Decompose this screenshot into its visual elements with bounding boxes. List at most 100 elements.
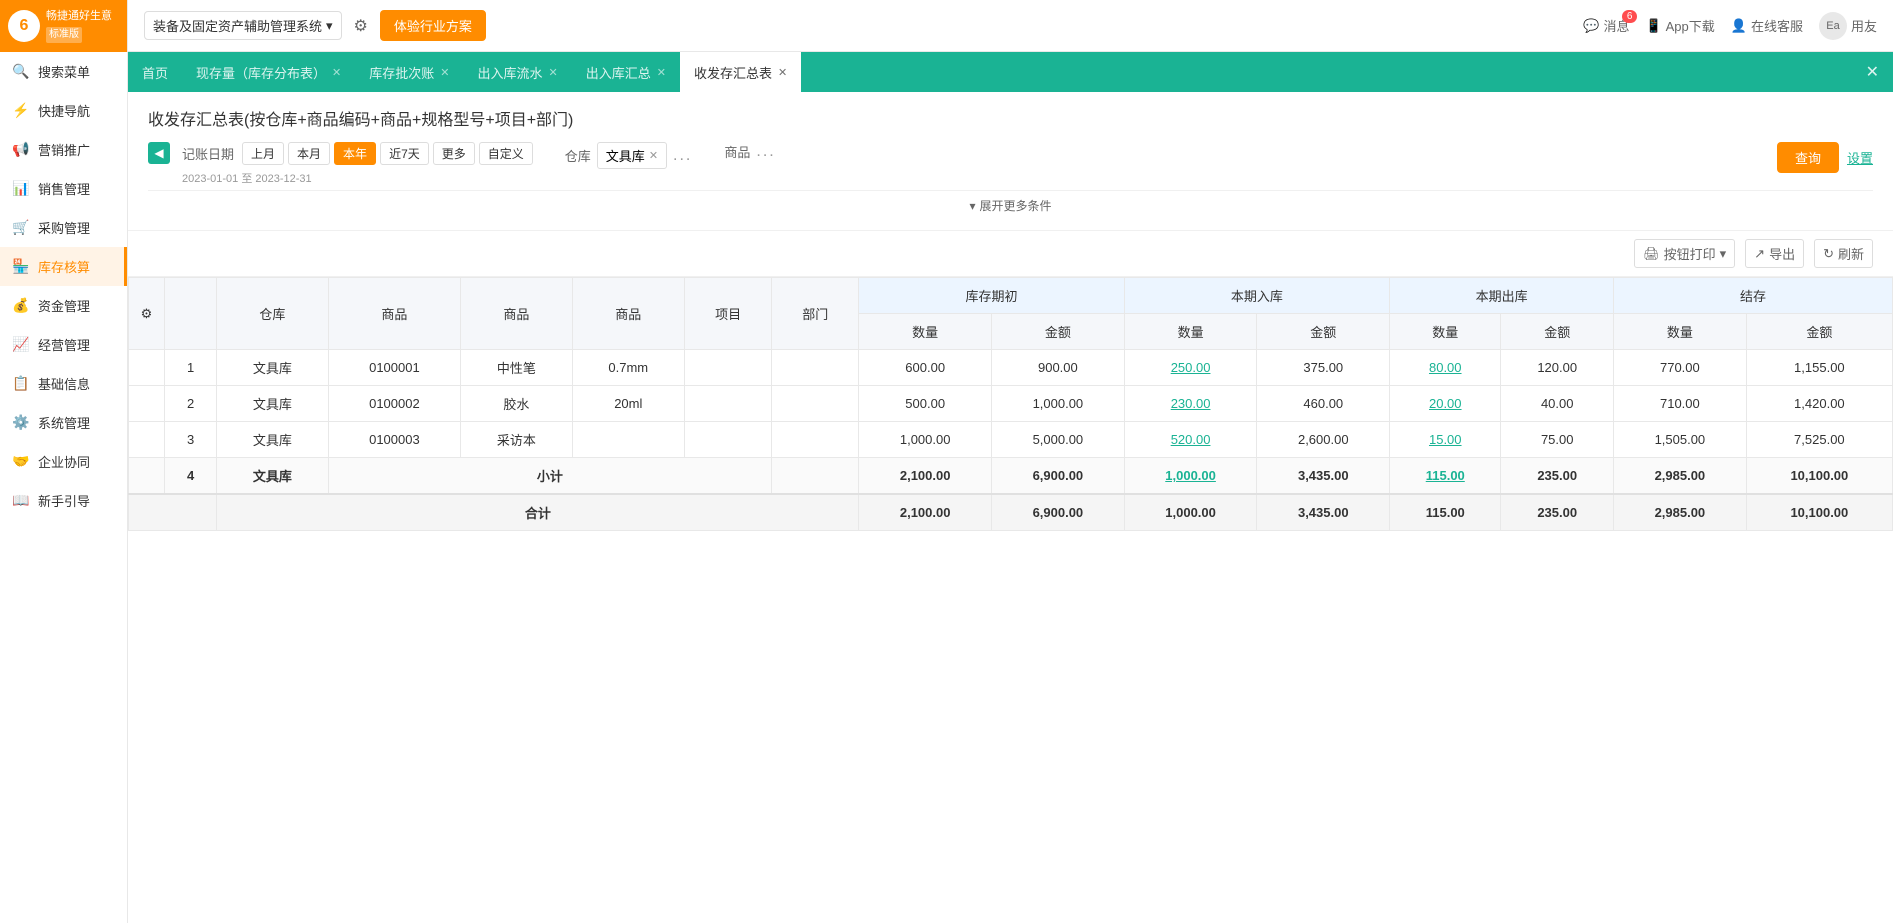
sidebar-item-label: 营销推广	[38, 140, 90, 159]
row-settings[interactable]	[129, 386, 165, 422]
row-in-qty[interactable]: 250.00	[1124, 350, 1257, 386]
sidebar-icon: 🤝	[12, 453, 30, 471]
filter-collapse-btn[interactable]: ◀	[148, 142, 170, 164]
sidebar-item-搜索菜单[interactable]: 🔍搜索菜单	[0, 52, 127, 91]
experience-button[interactable]: 体验行业方案	[380, 10, 486, 41]
sidebar-icon: 📊	[12, 180, 30, 198]
row-out-qty[interactable]: 80.00	[1390, 350, 1501, 386]
sidebar-item-label: 系统管理	[38, 413, 90, 432]
tab-close-icon[interactable]: ✕	[778, 66, 787, 79]
table-row: 3 文具库 0100003 采访本 1,000.00 5,000.00 520.…	[129, 422, 1893, 458]
row-out-amt: 120.00	[1501, 350, 1614, 386]
expand-icon: ▾	[969, 199, 975, 213]
row-settings[interactable]	[129, 350, 165, 386]
sidebar-item-资金管理[interactable]: 💰资金管理	[0, 286, 127, 325]
sidebar-item-经营管理[interactable]: 📈经营管理	[0, 325, 127, 364]
setting-link[interactable]: 设置	[1847, 148, 1873, 167]
in-group-header: 本期入库	[1124, 278, 1389, 314]
expand-bar: ▾ 展开更多条件	[148, 190, 1873, 220]
sidebar-menu: 🔍搜索菜单⚡快捷导航📢营销推广📊销售管理🛒采购管理🏪库存核算💰资金管理📈经营管理…	[0, 52, 127, 923]
sidebar-item-新手引导[interactable]: 📖新手引导	[0, 481, 127, 520]
row-out-qty[interactable]: 15.00	[1390, 422, 1501, 458]
sidebar-item-基础信息[interactable]: 📋基础信息	[0, 364, 127, 403]
tab-bar-close[interactable]: ✕	[1852, 62, 1893, 82]
tab-close-icon[interactable]: ✕	[440, 66, 449, 79]
sidebar-item-采购管理[interactable]: 🛒采购管理	[0, 208, 127, 247]
row-department	[772, 350, 859, 386]
date-shortcut-btn[interactable]: 更多	[433, 142, 475, 165]
tab-label: 库存批次账	[369, 63, 434, 82]
row-out-qty[interactable]: 20.00	[1390, 386, 1501, 422]
tab-close-icon[interactable]: ✕	[657, 66, 666, 79]
row-project	[685, 422, 772, 458]
total-out-amt: 235.00	[1501, 494, 1614, 531]
online-service-action[interactable]: 👤 在线客服	[1731, 16, 1803, 35]
row-in-qty[interactable]: 230.00	[1124, 386, 1257, 422]
product-dots[interactable]: ...	[756, 143, 775, 161]
total-balance-amt: 10,100.00	[1746, 494, 1892, 531]
tab-0[interactable]: 首页	[128, 52, 182, 92]
user-action[interactable]: Ea 用友	[1819, 12, 1877, 40]
tab-1[interactable]: 现存量（库存分布表）✕	[182, 52, 355, 92]
date-shortcut-btn[interactable]: 自定义	[479, 142, 533, 165]
row-balance-amt: 7,525.00	[1746, 422, 1892, 458]
tab-label: 收发存汇总表	[694, 63, 772, 82]
date-shortcuts: 上月本月本年近7天更多自定义	[242, 142, 533, 165]
sidebar-icon: 🛒	[12, 219, 30, 237]
print-icon: 🖨	[1643, 246, 1660, 262]
sidebar-item-企业协同[interactable]: 🤝企业协同	[0, 442, 127, 481]
balance-amt-header: 金额	[1746, 314, 1892, 350]
sidebar-item-系统管理[interactable]: ⚙️系统管理	[0, 403, 127, 442]
warehouse-col-header: 仓库	[217, 278, 328, 350]
sidebar-item-label: 快捷导航	[38, 101, 90, 120]
row-opening-amt: 1,000.00	[992, 386, 1125, 422]
row-balance-qty: 1,505.00	[1614, 422, 1747, 458]
total-out-qty: 115.00	[1390, 494, 1501, 531]
main-content: 装备及固定资产辅助管理系统 ▾ ⚙ 体验行业方案 💬 消息 6 📱 App下载 …	[128, 0, 1893, 923]
row-project	[685, 386, 772, 422]
refresh-icon: ↻	[1823, 246, 1834, 262]
warehouse-tag-close[interactable]: ✕	[649, 149, 658, 162]
export-button[interactable]: ↗ 导出	[1745, 239, 1804, 268]
app-download-action[interactable]: 📱 App下载	[1645, 16, 1714, 35]
row-product-spec: 0.7mm	[572, 350, 685, 386]
tab-5[interactable]: 收发存汇总表 ✕	[680, 52, 801, 92]
sidebar-item-营销推广[interactable]: 📢营销推广	[0, 130, 127, 169]
print-button[interactable]: 🖨 按钮打印 ▾	[1634, 239, 1735, 268]
total-row: 合计 2,100.00 6,900.00 1,000.00 3,435.00 1…	[129, 494, 1893, 531]
product-spec-col-header: 商品	[572, 278, 685, 350]
table-row: 2 文具库 0100002 胶水 20ml 500.00 1,000.00 23…	[129, 386, 1893, 422]
row-settings[interactable]	[129, 422, 165, 458]
tab-2[interactable]: 库存批次账 ✕	[355, 52, 463, 92]
tab-4[interactable]: 出入库汇总✕	[572, 52, 680, 92]
date-shortcut-btn[interactable]: 本年	[334, 142, 376, 165]
expand-button[interactable]: ▾ 展开更多条件	[969, 197, 1051, 214]
tab-3[interactable]: 出入库流水✕	[463, 52, 571, 92]
system-selector[interactable]: 装备及固定资产辅助管理系统 ▾	[144, 11, 342, 40]
in-amt-header: 金额	[1257, 314, 1390, 350]
refresh-button[interactable]: ↻ 刷新	[1814, 239, 1873, 268]
message-action[interactable]: 💬 消息 6	[1583, 16, 1629, 35]
settings-col-header[interactable]: ⚙	[129, 278, 165, 350]
tab-close-icon[interactable]: ✕	[549, 66, 558, 79]
date-shortcut-btn[interactable]: 上月	[242, 142, 284, 165]
row-product-spec	[572, 422, 685, 458]
sidebar-item-销售管理[interactable]: 📊销售管理	[0, 169, 127, 208]
filter-actions: 查询 设置	[1777, 142, 1873, 173]
row-in-qty[interactable]: 520.00	[1124, 422, 1257, 458]
subtotal-out-qty: 115.00	[1390, 458, 1501, 495]
opening-group-header: 库存期初	[859, 278, 1124, 314]
tab-close-icon[interactable]: ✕	[332, 66, 341, 79]
date-shortcut-btn[interactable]: 近7天	[380, 142, 429, 165]
sidebar-item-库存核算[interactable]: 🏪库存核算	[0, 247, 127, 286]
warehouse-dots[interactable]: ...	[673, 147, 692, 165]
total-in-amt: 3,435.00	[1257, 494, 1390, 531]
sidebar-item-快捷导航[interactable]: ⚡快捷导航	[0, 91, 127, 130]
row-balance-amt: 1,155.00	[1746, 350, 1892, 386]
query-button[interactable]: 查询	[1777, 142, 1839, 173]
gear-icon[interactable]: ⚙	[354, 16, 368, 36]
warehouse-label: 仓库	[565, 146, 591, 165]
row-department	[772, 386, 859, 422]
date-shortcut-btn[interactable]: 本月	[288, 142, 330, 165]
subtotal-opening-qty: 2,100.00	[859, 458, 992, 495]
